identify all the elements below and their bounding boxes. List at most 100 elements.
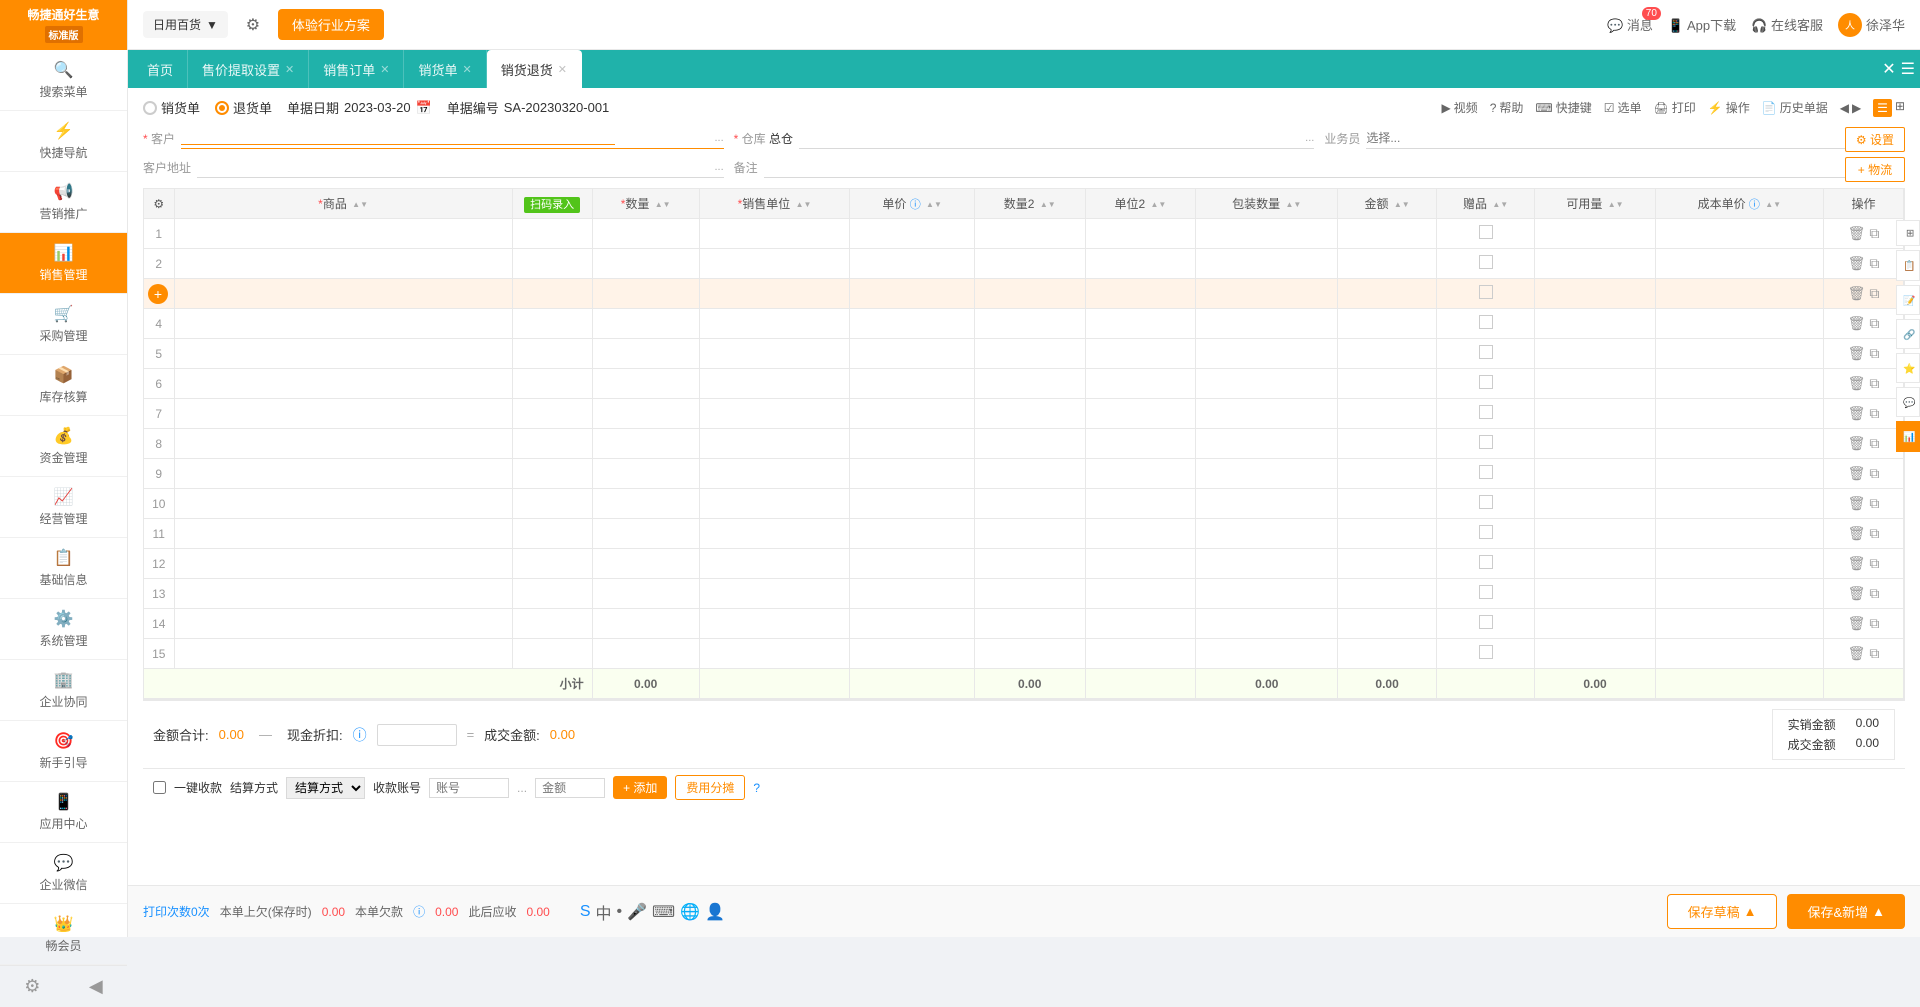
rfb-2[interactable]: 📋 [1896, 250, 1920, 280]
cell-sales-unit-14[interactable] [699, 609, 850, 639]
cell-quantity-4[interactable] [592, 309, 699, 339]
cell-unit2-14[interactable] [1085, 609, 1196, 639]
cell-pack-qty-1[interactable] [1196, 219, 1338, 249]
cell-quantity-1[interactable] [592, 219, 699, 249]
cell-available-11[interactable] [1535, 519, 1655, 549]
rfb-7[interactable]: 📊 [1896, 421, 1920, 451]
cell-gift-5[interactable] [1436, 339, 1535, 369]
tab-销售订单[interactable]: 销售订单✕ [309, 50, 404, 88]
tab-close-icon[interactable]: ✕ [463, 63, 472, 76]
cell-available-4[interactable] [1535, 309, 1655, 339]
rfb-6[interactable]: 💬 [1896, 387, 1920, 417]
cell-available-2[interactable] [1535, 249, 1655, 279]
cell-unit2-5[interactable] [1085, 339, 1196, 369]
cell-product-11[interactable] [174, 519, 512, 549]
cell-amount-1[interactable] [1338, 219, 1437, 249]
sidebar-item-enterprise[interactable]: 🏢企业协同 [0, 660, 127, 721]
cell-cost-price-8[interactable] [1655, 429, 1823, 459]
cell-gift-2[interactable] [1436, 249, 1535, 279]
cell-amount-4[interactable] [1338, 309, 1437, 339]
delete-btn-6[interactable]: 🗑 [1848, 375, 1866, 392]
cell-sales-unit-3[interactable] [699, 279, 850, 309]
sidebar-item-wechat[interactable]: 💬企业微信 [0, 843, 127, 904]
warehouse-input[interactable]: ... [799, 128, 1314, 149]
gift-checkbox-6[interactable] [1479, 375, 1493, 389]
copy-btn-10[interactable]: ⧉ [1869, 495, 1879, 512]
cell-available-7[interactable] [1535, 399, 1655, 429]
cell-unit-price-6[interactable] [850, 369, 975, 399]
copy-btn-3[interactable]: ⧉ [1869, 285, 1879, 302]
delete-btn-10[interactable]: 🗑 [1848, 495, 1866, 512]
cell-product-10[interactable] [174, 489, 512, 519]
cell-qty2-13[interactable] [974, 579, 1085, 609]
cell-quantity-10[interactable] [592, 489, 699, 519]
expense-hint[interactable]: ? [753, 781, 760, 795]
cell-sales-unit-12[interactable] [699, 549, 850, 579]
copy-btn-2[interactable]: ⧉ [1869, 255, 1879, 272]
gift-checkbox-14[interactable] [1479, 615, 1493, 629]
cell-available-15[interactable] [1535, 639, 1655, 669]
cell-sales-unit-6[interactable] [699, 369, 850, 399]
online-service-link[interactable]: 🎧 在线客服 [1751, 15, 1823, 34]
cell-gift-8[interactable] [1436, 429, 1535, 459]
amount-input[interactable] [535, 778, 605, 798]
save-draft-btn[interactable]: 保存草稿 ▲ [1667, 894, 1778, 929]
cell-sales-unit-8[interactable] [699, 429, 850, 459]
sort-product[interactable]: ▲▼ [352, 200, 368, 209]
cell-cost-price-3[interactable] [1655, 279, 1823, 309]
cell-cost-price-1[interactable] [1655, 219, 1823, 249]
cell-product-4[interactable] [174, 309, 512, 339]
customer-input[interactable]: ... [181, 127, 724, 149]
cell-available-3[interactable] [1535, 279, 1655, 309]
cell-amount-5[interactable] [1338, 339, 1437, 369]
cell-available-6[interactable] [1535, 369, 1655, 399]
cell-pack-qty-15[interactable] [1196, 639, 1338, 669]
gift-checkbox-5[interactable] [1479, 345, 1493, 359]
address-input[interactable]: ... [197, 157, 724, 178]
user-info[interactable]: 人 徐泽华 [1838, 13, 1905, 37]
discount-hint[interactable]: ⓘ [353, 725, 367, 745]
tab-menu-icon[interactable]: ☰ [1901, 59, 1915, 79]
video-action[interactable]: ▶ 视频 [1441, 99, 1477, 116]
tab-close-icon[interactable]: ✕ [285, 63, 294, 76]
cell-unit-price-1[interactable] [850, 219, 975, 249]
cell-cost-price-7[interactable] [1655, 399, 1823, 429]
cell-gift-10[interactable] [1436, 489, 1535, 519]
bt5[interactable]: ⌨ [652, 902, 675, 922]
cell-cost-price-13[interactable] [1655, 579, 1823, 609]
cell-sales-unit-11[interactable] [699, 519, 850, 549]
sidebar-item-member[interactable]: 👑畅会员 [0, 904, 127, 965]
list-view-icon[interactable]: ☰ [1873, 99, 1892, 117]
operation-action[interactable]: ⚡ 操作 [1708, 99, 1750, 116]
delete-btn-15[interactable]: 🗑 [1848, 645, 1866, 662]
cell-available-10[interactable] [1535, 489, 1655, 519]
cell-product-6[interactable] [174, 369, 512, 399]
cell-quantity-3[interactable] [592, 279, 699, 309]
cell-quantity-13[interactable] [592, 579, 699, 609]
cell-unit2-2[interactable] [1085, 249, 1196, 279]
app-download-link[interactable]: 📱 App下载 [1668, 15, 1736, 34]
cell-quantity-14[interactable] [592, 609, 699, 639]
sort-unit2[interactable]: ▲▼ [1150, 200, 1166, 209]
cell-unit-price-2[interactable] [850, 249, 975, 279]
copy-btn-5[interactable]: ⧉ [1869, 345, 1879, 362]
cell-amount-13[interactable] [1338, 579, 1437, 609]
cell-gift-1[interactable] [1436, 219, 1535, 249]
cell-pack-qty-7[interactable] [1196, 399, 1338, 429]
cell-gift-14[interactable] [1436, 609, 1535, 639]
cell-cost-price-2[interactable] [1655, 249, 1823, 279]
radio-return[interactable]: 退货单 [215, 98, 272, 117]
gift-checkbox-9[interactable] [1479, 465, 1493, 479]
bt1[interactable]: S [580, 903, 591, 921]
cell-gift-11[interactable] [1436, 519, 1535, 549]
sidebar-item-app-center[interactable]: 📱应用中心 [0, 782, 127, 843]
cell-pack-qty-4[interactable] [1196, 309, 1338, 339]
cell-unit-price-14[interactable] [850, 609, 975, 639]
rfb-4[interactable]: 🔗 [1896, 319, 1920, 349]
gift-checkbox-13[interactable] [1479, 585, 1493, 599]
cell-product-13[interactable] [174, 579, 512, 609]
cell-sales-unit-7[interactable] [699, 399, 850, 429]
cell-available-13[interactable] [1535, 579, 1655, 609]
cell-cost-price-6[interactable] [1655, 369, 1823, 399]
gift-checkbox-3[interactable] [1479, 285, 1493, 299]
